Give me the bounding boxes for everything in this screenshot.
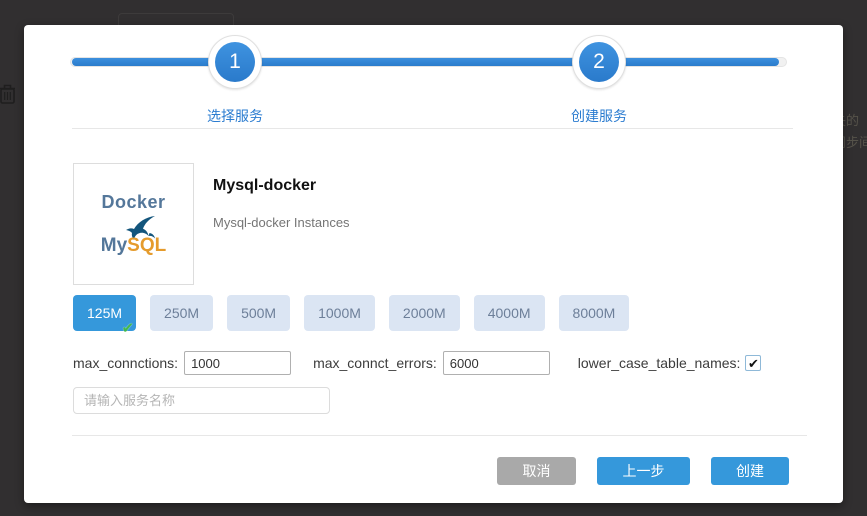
previous-step-button[interactable]: 上一步: [597, 457, 690, 485]
create-button[interactable]: 创建: [711, 457, 789, 485]
max-connections-input[interactable]: [184, 351, 292, 375]
step-2-number: 2: [593, 50, 605, 73]
cancel-button[interactable]: 取消: [497, 457, 576, 485]
max-connect-errors-label: max_connct_errors:: [313, 355, 437, 371]
memory-option-label: 500M: [241, 305, 277, 321]
memory-option-1000m[interactable]: 1000M: [304, 295, 375, 331]
memory-option-label: 125M: [87, 305, 123, 321]
trash-icon: [0, 84, 15, 104]
max-connections-label: max_connctions:: [73, 355, 179, 371]
parameters-row: max_connctions: max_connct_errors: lower…: [73, 351, 762, 375]
memory-option-4000m[interactable]: 4000M: [473, 295, 545, 331]
check-icon: ✔: [121, 320, 135, 337]
service-logo: Docker MySQL: [73, 163, 194, 285]
step-1-circle[interactable]: 1: [215, 42, 255, 82]
dialog-footer: 取消 上一步 创建: [497, 457, 789, 485]
mysql-logo-text: MySQL: [101, 235, 166, 257]
lower-case-table-names-checkbox[interactable]: [745, 355, 762, 371]
step-2-circle[interactable]: 2: [579, 42, 619, 82]
memory-option-500m[interactable]: 500M: [227, 295, 291, 331]
memory-option-label: 8000M: [572, 305, 616, 321]
mysql-logo-my: My: [100, 234, 128, 256]
docker-logo-text: Docker: [101, 191, 166, 212]
memory-option-8000m[interactable]: 8000M: [558, 295, 630, 331]
memory-option-125m[interactable]: 125M ✔: [73, 295, 137, 337]
service-name-input[interactable]: [73, 387, 330, 414]
mysql-logo-sql: SQL: [127, 234, 167, 256]
memory-option-label: 4000M: [487, 305, 531, 321]
service-title: Mysql-docker: [213, 177, 317, 194]
memory-options-row: 125M ✔ 250M 500M 1000M 2000M 4000M 8000M: [73, 295, 630, 337]
step-1-label: 选择服务: [207, 108, 263, 124]
memory-option-250m[interactable]: 250M: [150, 295, 214, 331]
max-connect-errors-input[interactable]: [442, 351, 550, 375]
wizard-step-create-service: 2 创建服务: [499, 35, 699, 126]
service-description: Mysql-docker Instances: [213, 215, 350, 230]
lower-case-table-names-label: lower_case_table_names:: [577, 355, 741, 371]
step-2-ring: 2: [572, 35, 626, 89]
step-2-label: 创建服务: [571, 108, 627, 124]
step-1-ring: 1: [208, 35, 262, 89]
memory-option-label: 1000M: [318, 305, 361, 321]
memory-option-2000m[interactable]: 2000M: [388, 295, 460, 331]
step-1-number: 1: [229, 50, 241, 73]
memory-option-label: 2000M: [402, 305, 446, 321]
header-divider: [72, 128, 793, 129]
memory-option-label: 250M: [164, 305, 200, 321]
wizard-step-select-service: 1 选择服务: [135, 35, 335, 126]
footer-divider: [72, 435, 807, 436]
create-service-dialog: 1 选择服务 2 创建服务 Docker MySQL Mysql-docker …: [24, 25, 843, 503]
